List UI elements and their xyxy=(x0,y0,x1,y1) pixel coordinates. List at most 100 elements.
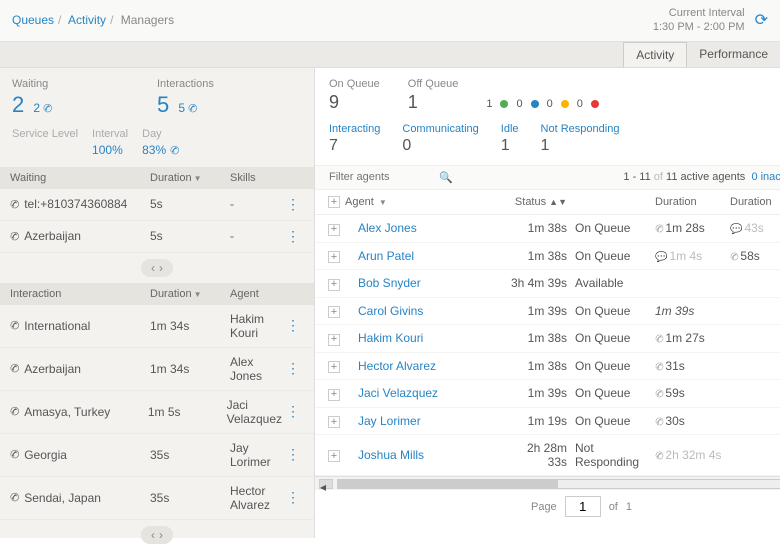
agent-row: + Joshua Mills 2h 28m 33s Not Responding… xyxy=(315,435,780,476)
agent-d1: ✆2h 32m 4s xyxy=(655,448,730,462)
interaction-row: ✆ Georgia 35s Jay Lorimer ⋮ xyxy=(0,434,314,477)
communicating-label[interactable]: Communicating xyxy=(402,123,478,135)
expand-row-icon[interactable]: + xyxy=(328,306,340,318)
agent-status: On Queue xyxy=(575,249,655,263)
sort-caret-icon[interactable]: ▼ xyxy=(194,174,202,183)
interaction-name: Azerbaijan xyxy=(24,362,81,376)
status-dot-icon xyxy=(345,452,352,459)
horizontal-scrollbar[interactable]: ◂ ▸ xyxy=(315,476,780,490)
interactions-label: Interactions xyxy=(157,78,302,90)
agent-link[interactable]: Alex Jones xyxy=(358,221,417,235)
crumb-activity[interactable]: Activity xyxy=(68,13,106,27)
interaction-duration: 35s xyxy=(150,491,230,505)
status-dot-icon xyxy=(345,363,352,370)
status-dot-icon xyxy=(345,390,352,397)
waiting-count: 2 2 ✆ xyxy=(12,92,157,118)
expand-row-icon[interactable]: + xyxy=(328,224,340,236)
agent-status-duration: 1m 38s xyxy=(505,331,575,345)
col-agent[interactable]: Agent xyxy=(345,196,374,208)
agent-status-duration: 1m 19s xyxy=(505,414,575,428)
agent-row: + Alex Jones 1m 38s On Queue ✆1m 28s 💬43… xyxy=(315,215,780,243)
inactive-agents-link[interactable]: 0 inactive agents xyxy=(751,171,780,183)
waiting-name: Azerbaijan xyxy=(24,229,81,243)
crumb-queues[interactable]: Queues xyxy=(12,13,54,27)
page-input[interactable] xyxy=(565,496,601,517)
agent-link[interactable]: Bob Snyder xyxy=(358,276,421,290)
agent-link[interactable]: Jay Lorimer xyxy=(358,414,421,428)
tab-performance[interactable]: Performance xyxy=(687,42,780,67)
expand-row-icon[interactable]: + xyxy=(328,251,340,263)
agent-d1: ✆31s xyxy=(655,359,730,373)
kebab-icon[interactable]: ⋮ xyxy=(282,196,304,213)
idle-label[interactable]: Idle xyxy=(501,123,519,135)
waiting-duration: 5s xyxy=(150,197,230,211)
expand-row-icon[interactable]: + xyxy=(328,450,340,462)
kebab-icon[interactable]: ⋮ xyxy=(282,360,304,377)
agent-status-duration: 1m 38s xyxy=(505,359,575,373)
interaction-table-head: Interaction Duration▼ Agent xyxy=(0,283,314,305)
nav-pill[interactable]: ‹› xyxy=(141,526,173,544)
chat-icon: 💬 xyxy=(655,252,667,263)
interaction-duration: 1m 34s xyxy=(150,362,230,376)
waiting-label: Waiting xyxy=(12,78,157,90)
interaction-row: ✆Sendai, Japan 35s Hector Alvarez ⋮ xyxy=(0,477,314,520)
expand-row-icon[interactable]: + xyxy=(328,334,340,346)
interactions-count: 5 5 ✆ xyxy=(157,92,302,118)
notresponding-label[interactable]: Not Responding xyxy=(541,123,620,135)
sort-icon[interactable]: ▲▼ xyxy=(549,197,567,207)
kebab-icon[interactable]: ⋮ xyxy=(282,403,304,420)
agent-status: On Queue xyxy=(575,359,655,373)
expand-all-icon[interactable]: + xyxy=(328,196,340,208)
kebab-icon[interactable]: ⋮ xyxy=(282,228,304,245)
kebab-icon[interactable]: ⋮ xyxy=(282,489,304,506)
notresponding-val: 1 xyxy=(541,137,620,155)
off-queue-label: Off Queue xyxy=(408,78,459,90)
kebab-icon[interactable]: ⋮ xyxy=(282,317,304,334)
agent-link[interactable]: Jaci Velazquez xyxy=(358,386,438,400)
kebab-icon[interactable]: ⋮ xyxy=(282,446,304,463)
col-duration-2[interactable]: Duration xyxy=(730,196,780,208)
col-status[interactable]: Status xyxy=(515,196,546,208)
agent-d1: ✆1m 28s xyxy=(655,221,730,235)
waiting-duration: 5s xyxy=(150,229,230,243)
refresh-icon[interactable]: ⟳ xyxy=(755,10,768,30)
interaction-duration: 1m 34s xyxy=(150,319,230,333)
status-dot-icon xyxy=(345,308,352,315)
sort-caret-icon[interactable]: ▼ xyxy=(194,290,202,299)
status-legend: 1 0 0 0 xyxy=(486,98,599,110)
filter-agents-input[interactable] xyxy=(329,171,439,183)
waiting-row: ✆tel:+810374360884 5s - ⋮ xyxy=(0,189,314,221)
agent-row: + Arun Patel 1m 38s On Queue 💬1m 4s ✆58s xyxy=(315,243,780,271)
agent-status: Available xyxy=(575,276,655,290)
agent-link[interactable]: Joshua Mills xyxy=(358,448,424,462)
search-icon[interactable]: 🔍 xyxy=(439,171,453,184)
interaction-name: Georgia xyxy=(24,448,67,462)
on-queue-val: 9 xyxy=(329,92,380,113)
nav-pill[interactable]: ‹› xyxy=(141,259,173,277)
phone-icon: ✆ xyxy=(8,404,20,419)
expand-row-icon[interactable]: + xyxy=(328,416,340,428)
agent-link[interactable]: Carol Givins xyxy=(358,304,423,318)
interacting-label[interactable]: Interacting xyxy=(329,123,380,135)
expand-row-icon[interactable]: + xyxy=(328,389,340,401)
agent-link[interactable]: Hakim Kouri xyxy=(358,331,423,345)
tab-activity[interactable]: Activity xyxy=(623,42,687,67)
agent-status-duration: 1m 38s xyxy=(505,221,575,235)
col-duration-1[interactable]: Duration xyxy=(655,196,730,208)
status-dot-icon xyxy=(345,225,352,232)
agent-link[interactable]: Hector Alvarez xyxy=(358,359,436,373)
interaction-agent: Jaci Velazquez xyxy=(227,398,282,426)
sort-caret-icon[interactable]: ▼ xyxy=(379,198,387,207)
agent-link[interactable]: Arun Patel xyxy=(358,249,414,263)
phone-icon: ✆ xyxy=(8,447,20,462)
expand-row-icon[interactable]: + xyxy=(328,279,340,291)
agent-status: On Queue xyxy=(575,304,655,318)
sla-interval-val: 100% xyxy=(92,143,128,157)
scroll-left-icon[interactable]: ◂ xyxy=(319,479,333,489)
waiting-table-head: Waiting Duration▼ Skills xyxy=(0,167,314,189)
expand-row-icon[interactable]: + xyxy=(328,361,340,373)
interaction-agent: Jay Lorimer xyxy=(230,441,282,469)
phone-icon: ✆ xyxy=(187,101,199,116)
breadcrumb: Queues/ Activity/ Managers xyxy=(12,13,174,27)
interaction-duration: 35s xyxy=(150,448,230,462)
